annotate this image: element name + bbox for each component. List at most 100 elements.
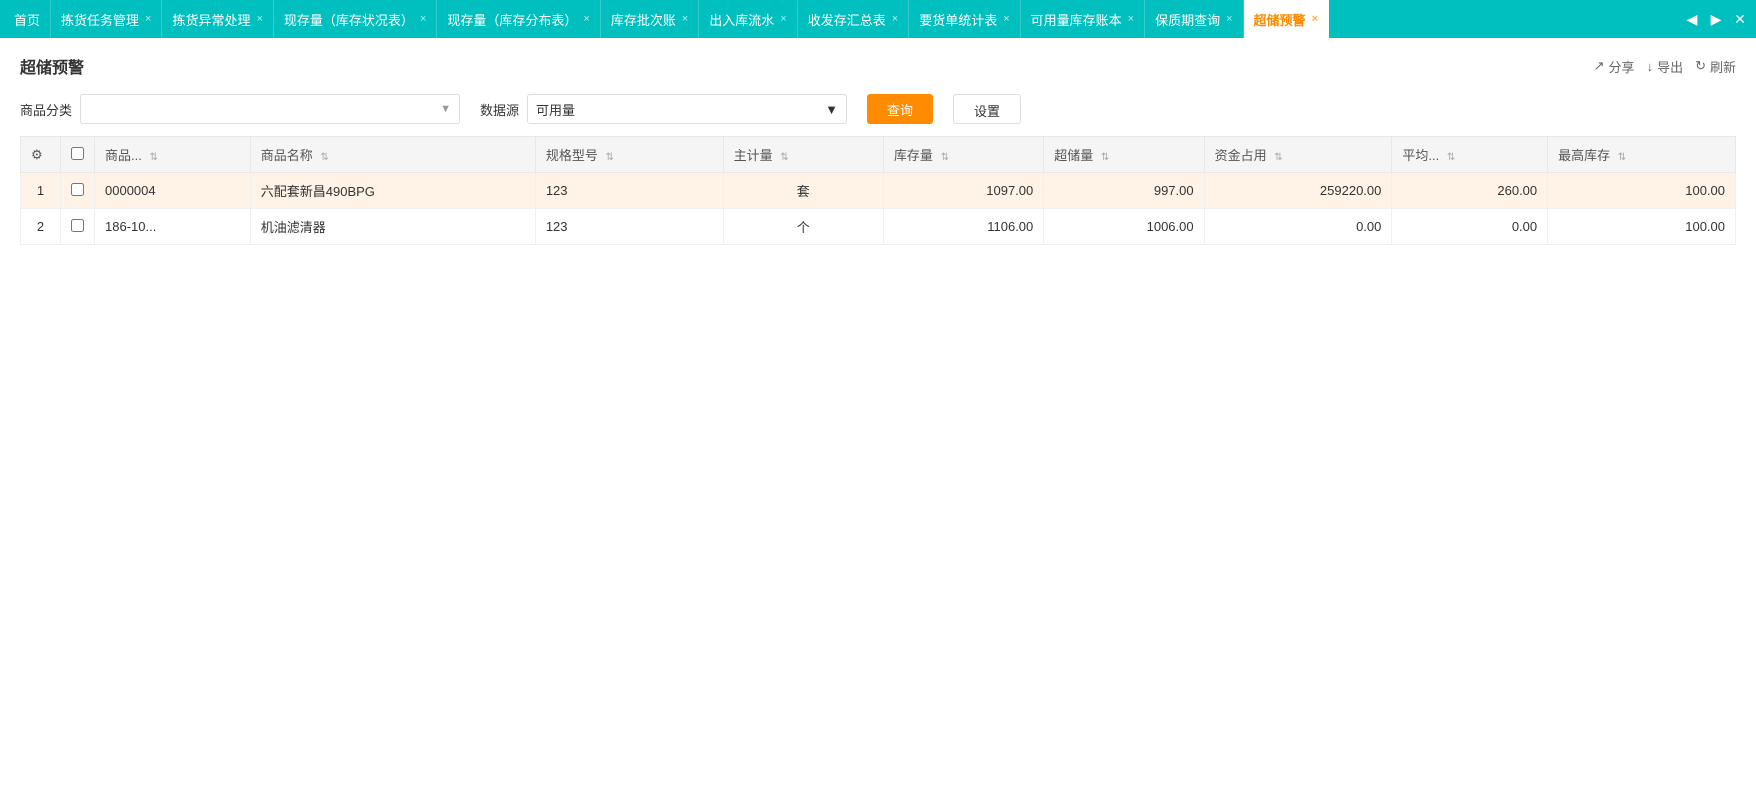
- nav-item-6[interactable]: 出入库流水×: [699, 0, 797, 38]
- cell-product-code: 186-10...: [95, 209, 251, 245]
- refresh-button[interactable]: ↻ 刷新: [1695, 57, 1736, 76]
- export-label: 导出: [1657, 57, 1683, 76]
- th-spec[interactable]: 规格型号 ⇅: [535, 137, 723, 173]
- nav-prev-btn[interactable]: ◀: [1680, 0, 1704, 38]
- nav-close-3[interactable]: ×: [420, 13, 426, 25]
- nav-item-10[interactable]: 保质期查询 ×: [1145, 0, 1243, 38]
- nav-close-btn[interactable]: ✕: [1728, 0, 1752, 38]
- nav-item-2[interactable]: 拣货异常处理 ×: [162, 0, 273, 38]
- category-dropdown-icon: ▼: [440, 103, 451, 115]
- nav-item-9[interactable]: 可用量库存账本 ×: [1021, 0, 1145, 38]
- cell-max-stock: 100.00: [1548, 173, 1736, 209]
- nav-item-11[interactable]: 超储预警 ×: [1244, 0, 1329, 38]
- nav-scroll-area: 首页拣货任务管理×拣货异常处理×现存量（库存状况表）×现存量（库存分布表）×库存…: [4, 0, 1680, 38]
- nav-close-8[interactable]: ×: [1003, 13, 1009, 25]
- sort-icon-overstock: ⇅: [1101, 152, 1109, 163]
- nav-item-0[interactable]: 首页: [4, 0, 51, 38]
- cell-seq: 2: [21, 209, 61, 245]
- nav-item-label-3: 现存量（库存状况表）: [284, 10, 414, 29]
- page-header: 超储预警 ↗ 分享 ↓ 导出 ↻ 刷新: [20, 54, 1736, 78]
- nav-item-label-11: 超储预警: [1254, 10, 1306, 29]
- sort-icon-spec: ⇅: [605, 152, 613, 163]
- th-gear[interactable]: ⚙: [21, 137, 61, 173]
- nav-close-6[interactable]: ×: [780, 13, 786, 25]
- nav-close-7[interactable]: ×: [892, 13, 898, 25]
- share-button[interactable]: ↗ 分享: [1594, 57, 1635, 76]
- cell-overstock: 997.00: [1044, 173, 1204, 209]
- sort-icon-avg: ⇅: [1447, 152, 1455, 163]
- datasource-label: 数据源: [480, 100, 519, 119]
- table-row: 2186-10...机油滤清器123个1106.001006.000.000.0…: [21, 209, 1736, 245]
- cell-spec: 123: [535, 209, 723, 245]
- nav-item-7[interactable]: 收发存汇总表 ×: [798, 0, 909, 38]
- nav-item-label-10: 保质期查询: [1155, 10, 1220, 29]
- cell-max-stock: 100.00: [1548, 209, 1736, 245]
- query-button[interactable]: 查询: [867, 94, 933, 124]
- datasource-dropdown-icon: ▼: [825, 102, 838, 117]
- nav-close-9[interactable]: ×: [1128, 13, 1134, 25]
- nav-item-label-1: 拣货任务管理: [61, 10, 139, 29]
- th-avg[interactable]: 平均... ⇅: [1392, 137, 1548, 173]
- filter-row: 商品分类 ▼ 数据源 可用量 ▼ 查询 设置: [20, 94, 1736, 124]
- category-filter: 商品分类 ▼: [20, 94, 460, 124]
- th-product-code[interactable]: 商品... ⇅: [95, 137, 251, 173]
- nav-item-1[interactable]: 拣货任务管理 ×: [51, 0, 162, 38]
- nav-next-btn[interactable]: ▶: [1704, 0, 1728, 38]
- table-header-row: ⚙ 商品... ⇅ 商品名称 ⇅ 规格型号 ⇅ 主计量: [21, 137, 1736, 173]
- cell-checkbox: [61, 173, 95, 209]
- table-row: 10000004六配套新昌490BPG123套1097.00997.002592…: [21, 173, 1736, 209]
- nav-item-label-7: 收发存汇总表: [808, 10, 886, 29]
- refresh-icon: ↻: [1695, 58, 1706, 74]
- nav-close-10[interactable]: ×: [1226, 13, 1232, 25]
- cell-product-code: 0000004: [95, 173, 251, 209]
- datasource-select[interactable]: 可用量 ▼: [527, 94, 847, 124]
- nav-item-label-9: 可用量库存账本: [1031, 10, 1122, 29]
- sort-icon-stock: ⇅: [941, 152, 949, 163]
- datasource-filter: 数据源 可用量 ▼: [480, 94, 847, 124]
- th-stock[interactable]: 库存量 ⇅: [883, 137, 1043, 173]
- th-overstock[interactable]: 超储量 ⇅: [1044, 137, 1204, 173]
- share-label: 分享: [1609, 57, 1635, 76]
- th-capital[interactable]: 资金占用 ⇅: [1204, 137, 1392, 173]
- nav-item-5[interactable]: 库存批次账 ×: [601, 0, 699, 38]
- th-checkbox: [61, 137, 95, 173]
- th-product-name[interactable]: 商品名称 ⇅: [250, 137, 535, 173]
- export-icon: ↓: [1647, 59, 1654, 74]
- th-unit[interactable]: 主计量 ⇅: [723, 137, 883, 173]
- cell-overstock: 1006.00: [1044, 209, 1204, 245]
- cell-product-name: 六配套新昌490BPG: [250, 173, 535, 209]
- nav-close-1[interactable]: ×: [145, 13, 151, 25]
- sort-icon-max-stock: ⇅: [1618, 152, 1626, 163]
- nav-close-2[interactable]: ×: [256, 13, 262, 25]
- nav-item-4[interactable]: 现存量（库存分布表） ×: [437, 0, 600, 38]
- nav-item-label-2: 拣货异常处理: [172, 10, 250, 29]
- nav-close-4[interactable]: ×: [583, 13, 589, 25]
- cell-capital: 0.00: [1204, 209, 1392, 245]
- sort-icon-unit: ⇅: [780, 152, 788, 163]
- nav-item-label-4: 现存量（库存分布表）: [447, 10, 577, 29]
- nav-item-8[interactable]: 要货单统计表 ×: [909, 0, 1020, 38]
- select-all-checkbox[interactable]: [71, 147, 84, 160]
- category-select[interactable]: ▼: [80, 94, 460, 124]
- cell-seq: 1: [21, 173, 61, 209]
- nav-item-label-8: 要货单统计表: [919, 10, 997, 29]
- row-checkbox-1[interactable]: [71, 219, 84, 232]
- export-button[interactable]: ↓ 导出: [1647, 57, 1684, 76]
- page-title: 超储预警: [20, 54, 84, 78]
- table-header: ⚙ 商品... ⇅ 商品名称 ⇅ 规格型号 ⇅ 主计量: [21, 137, 1736, 173]
- cell-checkbox: [61, 209, 95, 245]
- settings-button[interactable]: 设置: [953, 94, 1021, 124]
- header-actions: ↗ 分享 ↓ 导出 ↻ 刷新: [1594, 57, 1736, 76]
- refresh-label: 刷新: [1710, 57, 1736, 76]
- cell-avg: 0.00: [1392, 209, 1548, 245]
- table-body: 10000004六配套新昌490BPG123套1097.00997.002592…: [21, 173, 1736, 245]
- row-checkbox-0[interactable]: [71, 183, 84, 196]
- nav-close-5[interactable]: ×: [682, 13, 688, 25]
- datasource-value: 可用量: [536, 100, 575, 119]
- nav-close-11[interactable]: ×: [1312, 13, 1318, 25]
- nav-item-3[interactable]: 现存量（库存状况表） ×: [274, 0, 437, 38]
- th-max-stock[interactable]: 最高库存 ⇅: [1548, 137, 1736, 173]
- sort-icon-capital: ⇅: [1274, 152, 1282, 163]
- nav-item-label-5: 库存批次账: [611, 10, 676, 29]
- cell-stock: 1097.00: [883, 173, 1043, 209]
